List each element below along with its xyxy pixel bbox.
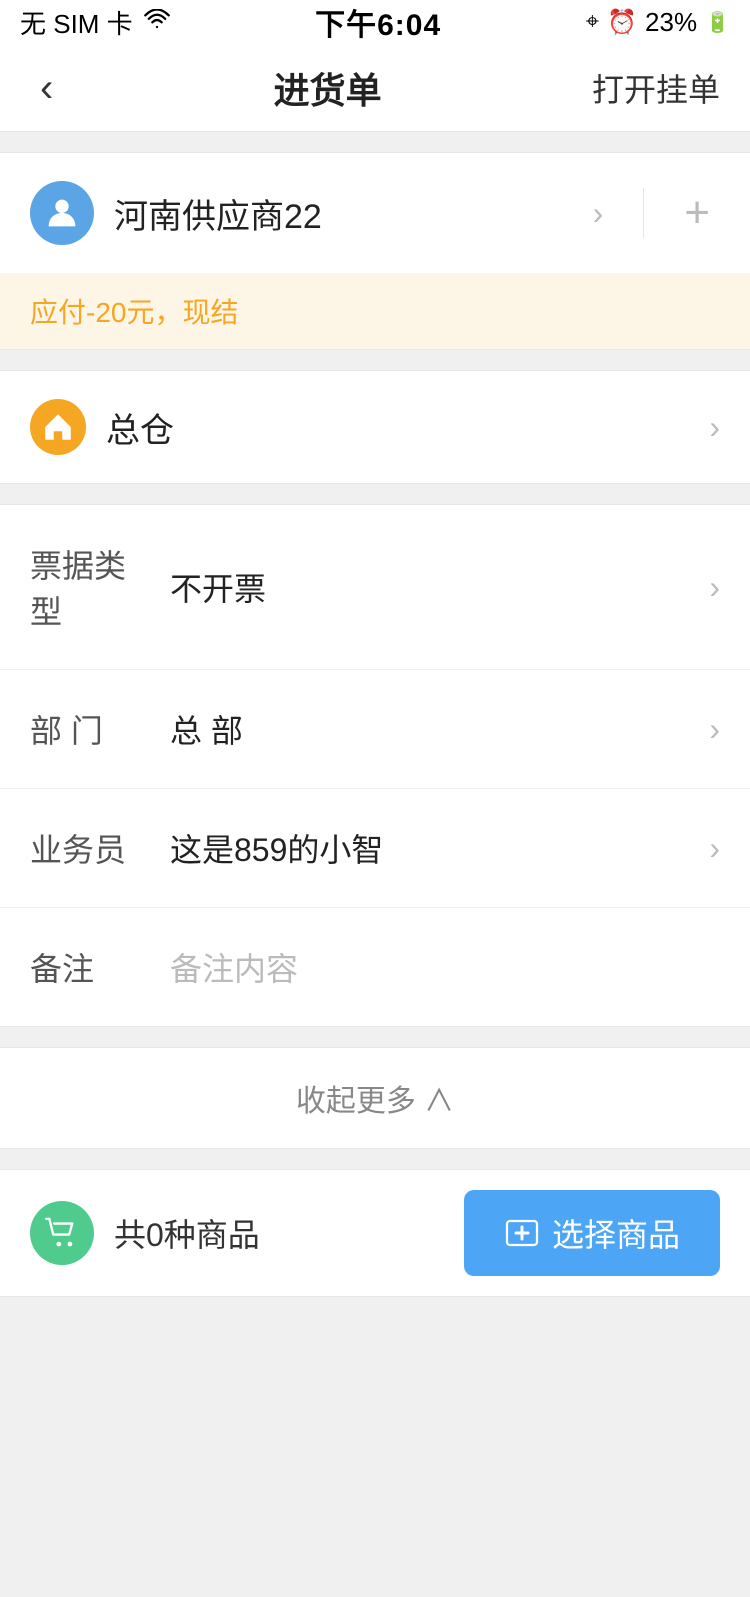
house-icon <box>41 410 75 444</box>
remarks-label: 备注 <box>30 944 150 990</box>
product-bar: 共0种商品 选择商品 <box>0 1169 750 1297</box>
warehouse-row[interactable]: 总仓 › <box>0 370 750 484</box>
back-button[interactable]: ‹ <box>30 58 63 118</box>
status-right: ⌖ ⏰ 23% 🔋 <box>586 7 730 38</box>
invoice-type-chevron-icon: › <box>709 569 720 606</box>
remarks-input[interactable]: 备注内容 <box>150 944 720 990</box>
supplier-section: 河南供应商22 › + 应付-20元，现结 <box>0 152 750 350</box>
form-section: 票据类型 不开票 › 部 门 总 部 › 业务员 这是859的小智 › 备注 备… <box>0 504 750 1027</box>
warehouse-icon <box>30 399 86 455</box>
status-time: 下午6:04 <box>315 0 441 44</box>
open-pending-button[interactable]: 打开挂单 <box>592 65 720 111</box>
product-icon <box>30 1201 94 1265</box>
cart-icon <box>43 1214 81 1252</box>
product-count: 共0种商品 <box>114 1210 464 1256</box>
warehouse-name: 总仓 <box>106 403 699 452</box>
status-bar: 无 SIM 卡 下午6:04 ⌖ ⏰ 23% 🔋 <box>0 0 750 44</box>
collapse-label: 收起更多 ∧ <box>296 1076 454 1120</box>
department-label: 部 门 <box>30 706 150 752</box>
carrier-text: 无 SIM 卡 <box>20 4 133 41</box>
alarm-icon: ⏰ <box>607 8 637 37</box>
supplier-chevron-icon: › <box>593 195 604 232</box>
supplier-row[interactable]: 河南供应商22 › + <box>0 153 750 273</box>
select-product-label: 选择商品 <box>552 1210 680 1256</box>
gps-icon: ⌖ <box>586 8 600 36</box>
battery-icon: 🔋 <box>705 10 730 35</box>
status-left: 无 SIM 卡 <box>20 4 171 41</box>
select-product-icon <box>504 1215 540 1251</box>
add-supplier-button[interactable]: + <box>674 188 720 238</box>
salesperson-chevron-icon: › <box>709 830 720 867</box>
battery-text: 23% <box>645 7 697 38</box>
invoice-type-label: 票据类型 <box>30 541 150 633</box>
salesperson-label: 业务员 <box>30 825 150 871</box>
select-product-button[interactable]: 选择商品 <box>464 1190 720 1276</box>
collapse-button[interactable]: 收起更多 ∧ <box>0 1047 750 1149</box>
nav-bar: ‹ 进货单 打开挂单 <box>0 44 750 132</box>
wifi-icon <box>143 7 171 38</box>
department-row[interactable]: 部 门 总 部 › <box>0 670 750 789</box>
department-chevron-icon: › <box>709 711 720 748</box>
salesperson-row[interactable]: 业务员 这是859的小智 › <box>0 789 750 908</box>
supplier-avatar <box>30 181 94 245</box>
invoice-type-row[interactable]: 票据类型 不开票 › <box>0 505 750 670</box>
salesperson-value: 这是859的小智 <box>150 825 699 871</box>
section-gap-1 <box>0 132 750 152</box>
remarks-row[interactable]: 备注 备注内容 <box>0 908 750 1026</box>
divider <box>643 188 644 238</box>
department-value: 总 部 <box>150 706 699 752</box>
notice-text: 应付-20元，现结 <box>30 297 238 328</box>
notice-bar: 应付-20元，现结 <box>0 273 750 349</box>
person-icon <box>42 193 82 233</box>
bottom-area <box>0 1297 750 1597</box>
warehouse-chevron-icon: › <box>709 409 720 446</box>
page-title: 进货单 <box>274 62 382 114</box>
invoice-type-value: 不开票 <box>150 564 699 610</box>
supplier-name: 河南供应商22 <box>114 189 593 238</box>
